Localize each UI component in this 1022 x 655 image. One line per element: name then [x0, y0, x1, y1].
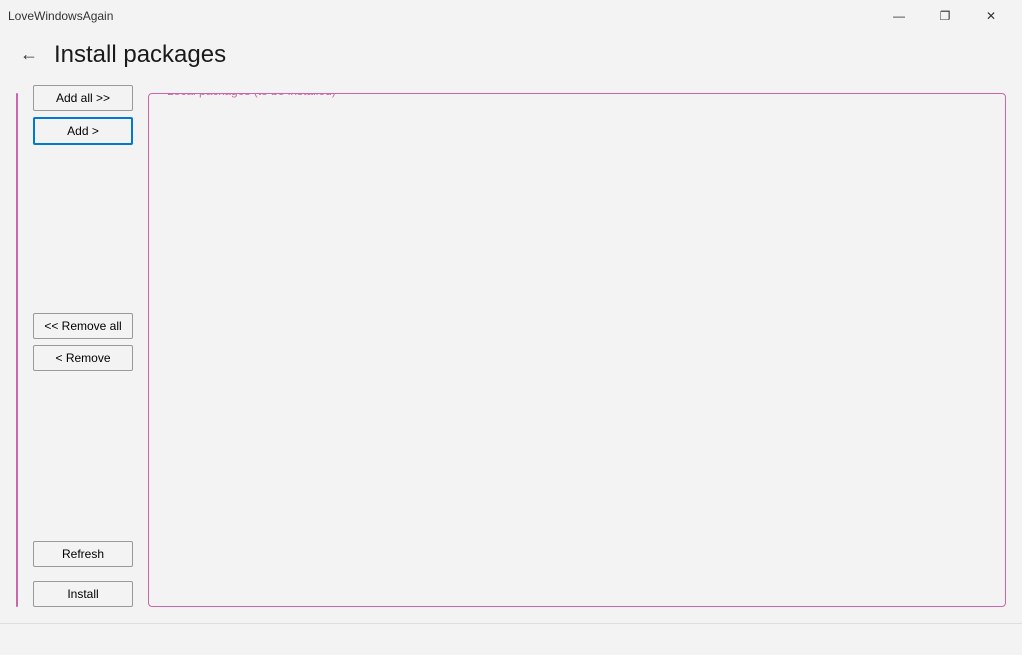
app-title: LoveWindowsAgain	[8, 9, 113, 23]
local-package-list[interactable]	[149, 94, 1005, 606]
status-bar	[0, 623, 1022, 655]
local-packages-legend: Local packages (to be installed)	[161, 93, 342, 98]
maximize-button[interactable]: ❐	[922, 0, 968, 32]
middle-controls: Add all >> Add > << Remove all < Remove …	[18, 85, 148, 607]
minimize-button[interactable]: —	[876, 0, 922, 32]
page-title: Install packages	[54, 41, 226, 69]
main-content: Remote packages Microsoft.dotNetFramewor…	[0, 85, 1022, 623]
close-button[interactable]: ✕	[968, 0, 1014, 32]
add-controls: Add all >> Add >	[33, 85, 133, 145]
remote-package-list[interactable]: Microsoft.dotNetFrameworkMicrosoft.Power…	[17, 94, 18, 606]
remote-packages-panel: Remote packages Microsoft.dotNetFramewor…	[16, 93, 18, 607]
title-bar: LoveWindowsAgain — ❐ ✕	[0, 0, 1022, 32]
back-icon: ←	[20, 44, 38, 65]
remove-controls: << Remove all < Remove	[33, 313, 133, 371]
window-controls: — ❐ ✕	[876, 0, 1014, 32]
back-button[interactable]: ←	[16, 40, 42, 69]
refresh-button[interactable]: Refresh	[33, 541, 133, 567]
local-packages-panel: Local packages (to be installed)	[148, 93, 1006, 607]
add-all-button[interactable]: Add all >>	[33, 85, 133, 111]
page-header: ← Install packages	[0, 32, 1022, 85]
remove-button[interactable]: < Remove	[33, 345, 133, 371]
remove-all-button[interactable]: << Remove all	[33, 313, 133, 339]
install-button[interactable]: Install	[33, 581, 133, 607]
add-button[interactable]: Add >	[33, 117, 133, 145]
